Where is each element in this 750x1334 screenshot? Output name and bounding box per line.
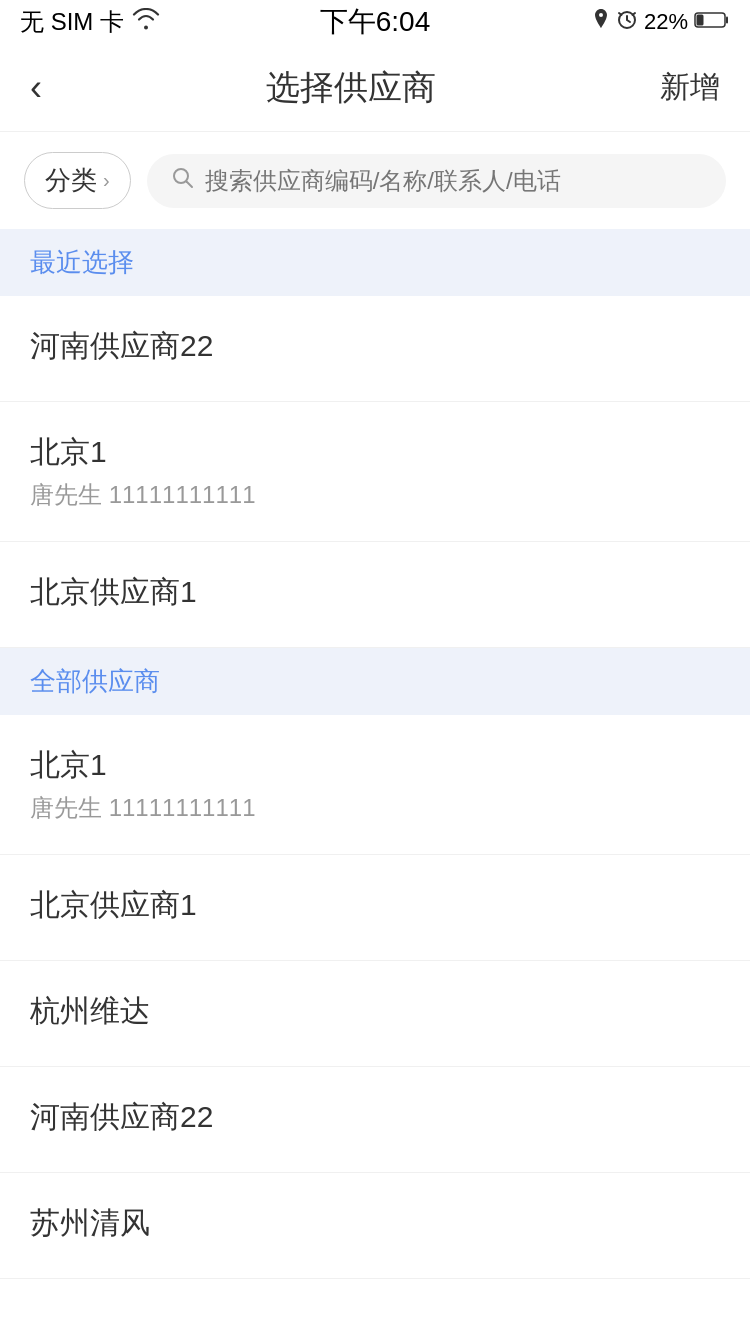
location-icon <box>592 8 610 36</box>
item-name: 苏州清风 <box>30 1203 720 1244</box>
item-name: 北京1 <box>30 745 720 786</box>
search-bar: 分类 › <box>0 132 750 229</box>
item-name: 河南供应商22 <box>30 326 720 367</box>
item-sub: 唐先生 11111111111 <box>30 792 720 824</box>
nav-bar: ‹ 选择供应商 新增 <box>0 44 750 132</box>
alarm-icon <box>616 8 638 36</box>
page-title: 选择供应商 <box>266 65 436 111</box>
recent-items-list: 河南供应商22 北京1 唐先生 11111111111 北京供应商1 <box>0 296 750 648</box>
item-name: 北京1 <box>30 432 720 473</box>
list-item[interactable]: 河南供应商22 <box>0 1067 750 1173</box>
item-name: 北京供应商1 <box>30 572 720 613</box>
battery-icon <box>694 9 730 35</box>
status-left: 无 SIM 卡 <box>20 6 160 38</box>
list-item[interactable]: 苏州清风 <box>0 1173 750 1279</box>
filter-label: 分类 <box>45 163 97 198</box>
all-items-list: 北京1 唐先生 11111111111 北京供应商1 杭州维达河南供应商22 苏州清风 <box>0 715 750 1279</box>
list-item[interactable]: 北京供应商1 <box>0 542 750 648</box>
back-button[interactable]: ‹ <box>30 67 42 109</box>
search-input-wrap[interactable] <box>147 154 726 208</box>
filter-button[interactable]: 分类 › <box>24 152 131 209</box>
add-button[interactable]: 新增 <box>660 67 720 108</box>
search-input[interactable] <box>205 167 702 195</box>
list-item[interactable]: 杭州维达 <box>0 961 750 1067</box>
item-name: 杭州维达 <box>30 991 720 1032</box>
filter-arrow-icon: › <box>103 169 110 192</box>
status-time: 下午6:04 <box>320 3 431 41</box>
item-sub: 唐先生 11111111111 <box>30 479 720 511</box>
recent-section-label: 最近选择 <box>30 247 134 277</box>
status-bar: 无 SIM 卡 下午6:04 22% <box>0 0 750 44</box>
search-icon <box>171 166 195 196</box>
list-item[interactable]: 北京供应商1 <box>0 855 750 961</box>
item-name: 北京供应商1 <box>30 885 720 926</box>
all-section-header: 全部供应商 <box>0 648 750 715</box>
recent-section-header: 最近选择 <box>0 229 750 296</box>
status-right: 22% <box>592 8 730 36</box>
svg-rect-2 <box>697 15 704 26</box>
all-section-label: 全部供应商 <box>30 666 160 696</box>
battery-text: 22% <box>644 9 688 35</box>
carrier-label: 无 SIM 卡 <box>20 6 124 38</box>
list-item[interactable]: 河南供应商22 <box>0 296 750 402</box>
wifi-icon <box>132 8 160 36</box>
item-name: 河南供应商22 <box>30 1097 720 1138</box>
list-item[interactable]: 北京1 唐先生 11111111111 <box>0 715 750 855</box>
list-item[interactable]: 北京1 唐先生 11111111111 <box>0 402 750 542</box>
